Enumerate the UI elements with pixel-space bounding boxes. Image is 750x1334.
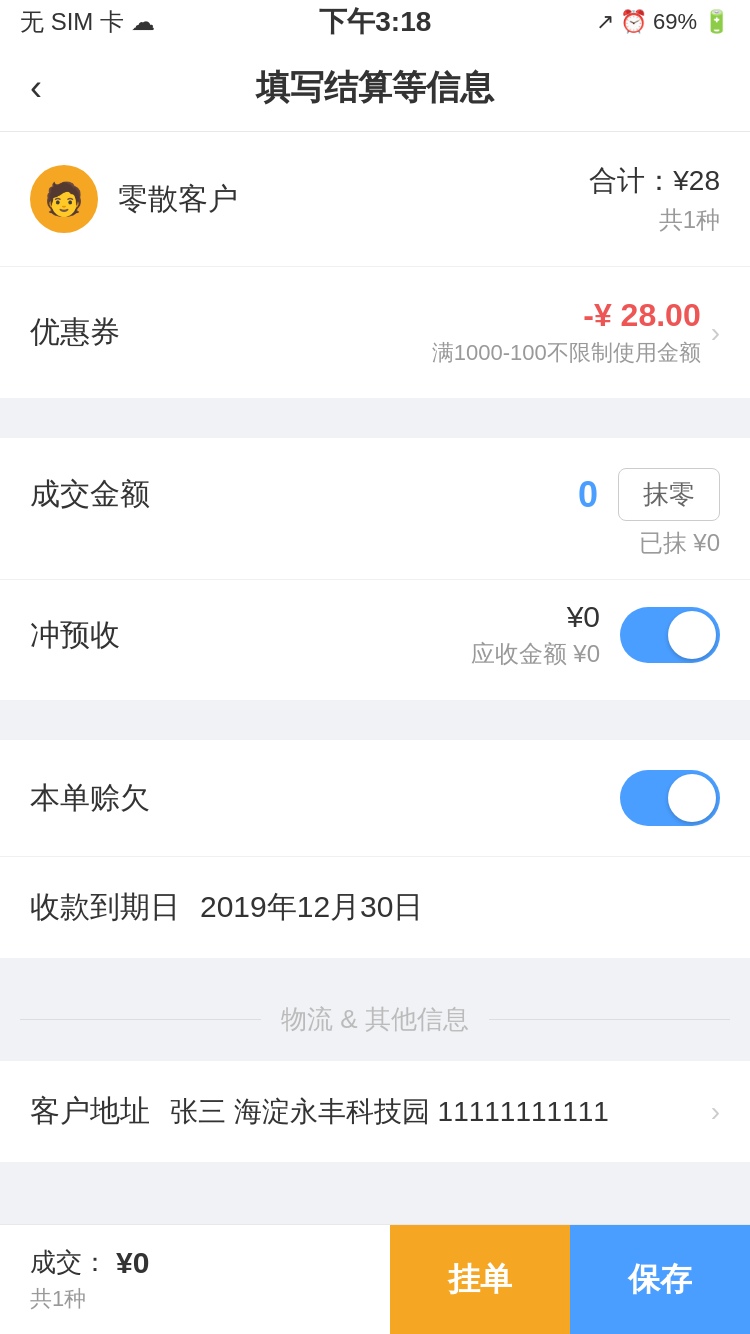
address-chevron-icon: ›	[711, 1096, 720, 1128]
save-button[interactable]: 保存	[570, 1225, 750, 1335]
nav-bar: ‹ 填写结算等信息	[0, 44, 750, 132]
coupon-discount: -¥ 28.00	[432, 297, 701, 334]
section-divider-1	[0, 418, 750, 438]
address-value: 张三 海淀永丰科技园 11111111111	[170, 1093, 711, 1131]
status-right: ↗ ⏰ 69% 🔋	[596, 9, 730, 35]
prepay-label: 冲预收	[30, 615, 120, 656]
customer-card: 🧑 零散客户 合计：¥28 共1种 优惠券 -¥ 28.00 满1000-100…	[0, 132, 750, 398]
debt-label: 本单赊欠	[30, 778, 150, 819]
customer-total: 合计：¥28	[589, 162, 720, 200]
address-row[interactable]: 客户地址 张三 海淀永丰科技园 11111111111 ›	[0, 1061, 750, 1162]
customer-row: 🧑 零散客户 合计：¥28 共1种	[0, 132, 750, 266]
status-time: 下午3:18	[319, 3, 431, 41]
amount-section: 成交金额 0 抹零 已抹 ¥0	[0, 438, 750, 579]
amount-card: 成交金额 0 抹零 已抹 ¥0 冲预收 ¥0 应收金额 ¥0	[0, 438, 750, 700]
address-card: 客户地址 张三 海淀永丰科技园 11111111111 ›	[0, 1061, 750, 1162]
hold-button[interactable]: 挂单	[390, 1225, 570, 1335]
coupon-right: -¥ 28.00 满1000-100不限制使用金额 ›	[432, 297, 720, 368]
prepay-section: 冲预收 ¥0 应收金额 ¥0	[0, 579, 750, 700]
avatar-icon: 🧑	[44, 180, 84, 218]
coupon-description: 满1000-100不限制使用金额	[432, 338, 701, 368]
bottom-deal-label: 成交：	[30, 1245, 108, 1280]
prepay-row: 冲预收 ¥0 应收金额 ¥0	[30, 600, 720, 670]
bottom-summary: 成交： ¥0 共1种	[0, 1245, 390, 1314]
bottom-deal-amount: ¥0	[116, 1246, 149, 1280]
customer-right: 合计：¥28 共1种	[589, 162, 720, 236]
customer-left: 🧑 零散客户	[30, 165, 238, 233]
page-title: 填写结算等信息	[256, 65, 494, 111]
content: 🧑 零散客户 合计：¥28 共1种 优惠券 -¥ 28.00 满1000-100…	[0, 132, 750, 1302]
coupon-right-text: -¥ 28.00 满1000-100不限制使用金额	[432, 297, 701, 368]
amount-label: 成交金额	[30, 474, 150, 515]
chevron-right-icon: ›	[711, 317, 720, 349]
location-icon: ↗	[596, 9, 614, 35]
signal-text: 无 SIM 卡 ☁	[20, 6, 155, 38]
battery-icon: 🔋	[703, 9, 730, 35]
coupon-row[interactable]: 优惠券 -¥ 28.00 满1000-100不限制使用金额 ›	[0, 266, 750, 398]
customer-name: 零散客户	[118, 179, 238, 220]
coupon-label: 优惠券	[30, 312, 120, 353]
logistics-text: 物流 & 其他信息	[281, 1002, 469, 1037]
round-button[interactable]: 抹零	[618, 468, 720, 521]
duedate-row: 收款到期日 2019年12月30日	[0, 856, 750, 958]
toggle-knob	[668, 611, 716, 659]
prepay-amount-wrap: ¥0 应收金额 ¥0	[471, 600, 600, 670]
avatar: 🧑	[30, 165, 98, 233]
prepay-toggle[interactable]	[620, 607, 720, 663]
debt-section: 本单赊欠	[0, 740, 750, 856]
bottom-bar: 成交： ¥0 共1种 挂单 保存	[0, 1224, 750, 1334]
battery-text: 69%	[653, 9, 697, 35]
amount-row: 成交金额 0 抹零	[30, 468, 720, 521]
prepay-receivable: 应收金额 ¥0	[471, 638, 600, 670]
amount-value-wrap: 0 抹零	[578, 468, 720, 521]
address-label: 客户地址	[30, 1091, 150, 1132]
prepay-right: ¥0 应收金额 ¥0	[471, 600, 720, 670]
status-bar: 无 SIM 卡 ☁ 下午3:18 ↗ ⏰ 69% 🔋	[0, 0, 750, 44]
bottom-deal-row: 成交： ¥0	[30, 1245, 360, 1280]
debt-toggle-knob	[668, 774, 716, 822]
logistics-line-right	[489, 1019, 730, 1020]
prepay-amount: ¥0	[471, 600, 600, 634]
amount-rounded-sub: 已抹 ¥0	[30, 527, 720, 559]
duedate-label: 收款到期日	[30, 887, 180, 928]
customer-count: 共1种	[589, 204, 720, 236]
status-left: 无 SIM 卡 ☁	[20, 6, 155, 38]
section-divider-2	[0, 720, 750, 740]
logistics-divider: 物流 & 其他信息	[0, 978, 750, 1061]
alarm-icon: ⏰	[620, 9, 647, 35]
bottom-count: 共1种	[30, 1284, 360, 1314]
back-button[interactable]: ‹	[30, 67, 42, 109]
debt-toggle[interactable]	[620, 770, 720, 826]
duedate-value: 2019年12月30日	[200, 887, 423, 928]
debt-card: 本单赊欠 收款到期日 2019年12月30日	[0, 740, 750, 958]
logistics-line-left	[20, 1019, 261, 1020]
amount-value: 0	[578, 474, 598, 516]
